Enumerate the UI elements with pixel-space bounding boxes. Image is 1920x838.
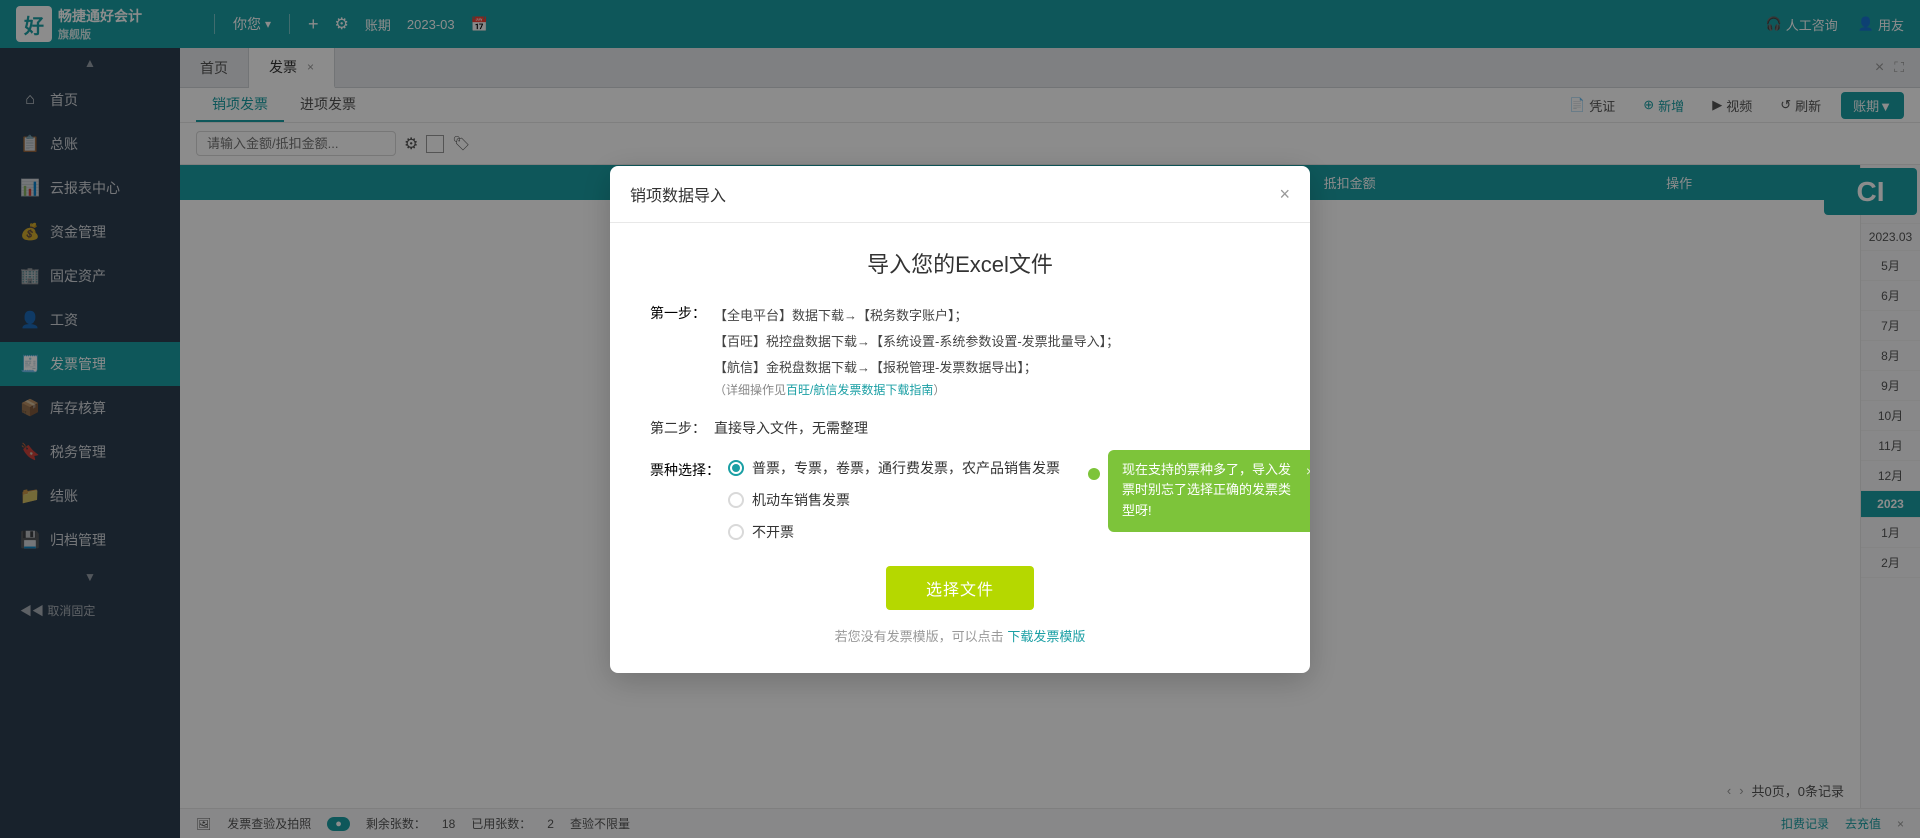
radio-noticket-label: 不开票 <box>752 522 794 542</box>
radio-noticket-circle <box>728 524 744 540</box>
radio-normal-label: 普票，专票，卷票，通行费发票，农产品销售发票 <box>752 458 1060 478</box>
tooltip-area: × 现在支持的票种多了，导入发票时别忘了选择正确的发票类型呀! <box>1088 460 1100 480</box>
select-file-btn[interactable]: 选择文件 <box>886 566 1034 610</box>
radio-normal[interactable]: 普票，专票，卷票，通行费发票，农产品销售发票 <box>728 458 1060 478</box>
tooltip-text: 现在支持的票种多了，导入发票时别忘了选择正确的发票类型呀! <box>1122 462 1291 519</box>
modal-body: 导入您的Excel文件 第一步： 【全电平台】数据下载→【税务数字账户】； 【百… <box>610 223 1310 673</box>
ticket-label: 票种选择： <box>650 460 720 480</box>
step1-label: 第一步： <box>650 303 706 398</box>
radio-noticket[interactable]: 不开票 <box>728 522 1060 542</box>
step2-text: 直接导入文件，无需整理 <box>714 418 868 438</box>
step1-content: 【全电平台】数据下载→【税务数字账户】； 【百旺】税控盘数据下载→【系统设置-系… <box>714 303 1119 398</box>
radio-motor[interactable]: 机动车销售发票 <box>728 490 1060 510</box>
tooltip-dot <box>1088 468 1100 480</box>
step1-guide-link-wrap: （详细操作见百旺/航信发票数据下载指南） <box>714 381 1119 398</box>
step2-label: 第二步： <box>650 418 706 438</box>
modal-overlay: 销项数据导入 × 导入您的Excel文件 第一步： 【全电平台】数据下载→【税务… <box>0 0 1920 838</box>
step1-line3: 【航信】金税盘数据下载→【报税管理-发票数据导出】； <box>714 355 1119 381</box>
step1-line2: 【百旺】税控盘数据下载→【系统设置-系统参数设置-发票批量导入】； <box>714 329 1119 355</box>
modal-step1: 第一步： 【全电平台】数据下载→【税务数字账户】； 【百旺】税控盘数据下载→【系… <box>650 303 1270 398</box>
radio-motor-label: 机动车销售发票 <box>752 490 850 510</box>
modal-footer: 若您没有发票模版，可以点击 下载发票模版 <box>650 626 1270 645</box>
step1-line1: 【全电平台】数据下载→【税务数字账户】； <box>714 303 1119 329</box>
ticket-selection: 票种选择： 普票，专票，卷票，通行费发票，农产品销售发票 机动车销售发票 不开票 <box>650 458 1270 542</box>
modal-header: 销项数据导入 × <box>610 166 1310 223</box>
modal-big-title: 导入您的Excel文件 <box>650 247 1270 279</box>
select-file-area: 选择文件 <box>650 566 1270 610</box>
modal-step2: 第二步： 直接导入文件，无需整理 <box>650 418 1270 438</box>
import-modal: 销项数据导入 × 导入您的Excel文件 第一步： 【全电平台】数据下载→【税务… <box>610 166 1310 673</box>
radio-group: 普票，专票，卷票，通行费发票，农产品销售发票 机动车销售发票 不开票 <box>728 458 1060 542</box>
modal-title: 销项数据导入 <box>630 182 726 206</box>
radio-normal-circle <box>728 460 744 476</box>
tooltip-close-btn[interactable]: × <box>1306 460 1310 482</box>
modal-close-btn[interactable]: × <box>1279 185 1290 203</box>
footer-prefix: 若您没有发票模版，可以点击 <box>835 629 1004 644</box>
guide-link[interactable]: 百旺/航信发票数据下载指南 <box>786 383 933 397</box>
radio-motor-circle <box>728 492 744 508</box>
download-template-link[interactable]: 下载发票模版 <box>1007 629 1085 644</box>
tooltip-bubble: × 现在支持的票种多了，导入发票时别忘了选择正确的发票类型呀! <box>1108 450 1310 532</box>
